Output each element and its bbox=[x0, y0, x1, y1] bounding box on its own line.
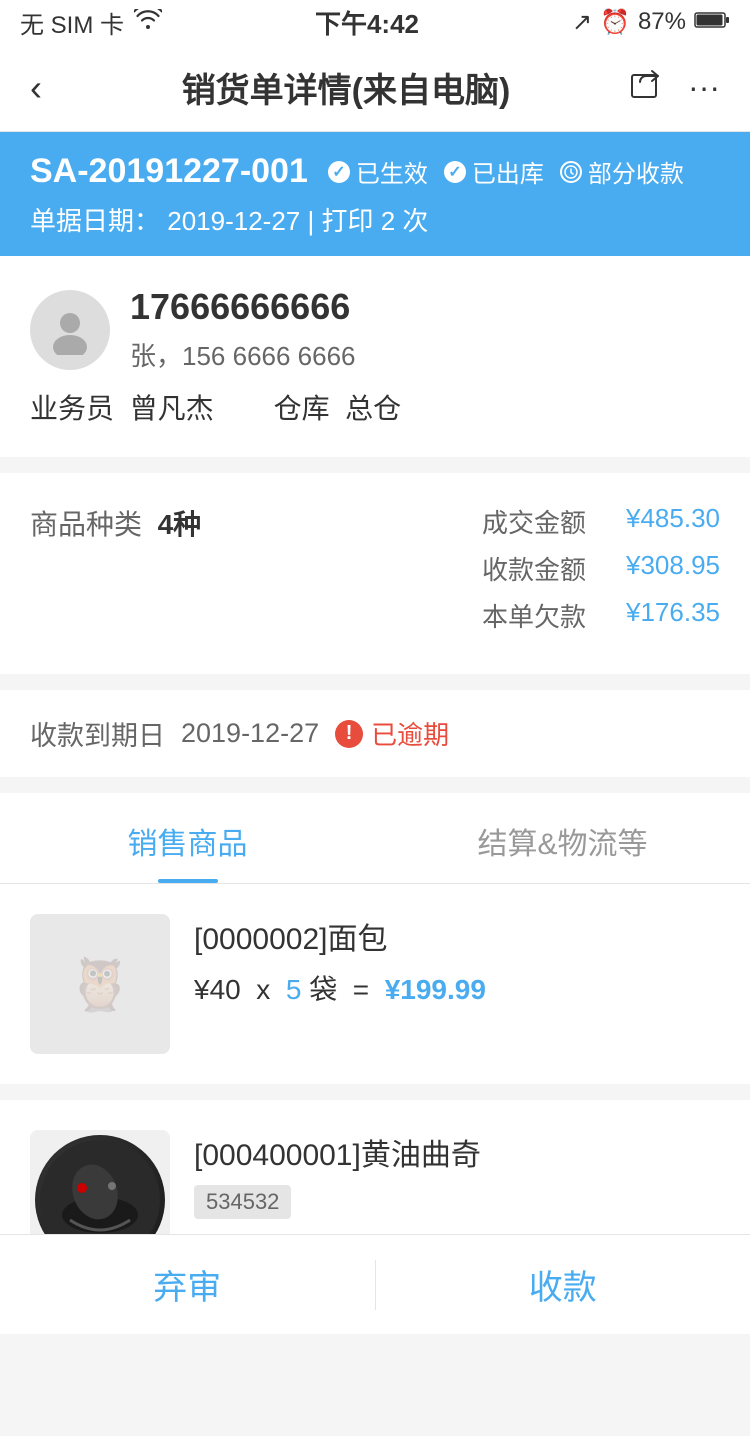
status-right: ↗ ⏰ 87% bbox=[572, 8, 730, 37]
product-price-unit-1: ¥40 bbox=[194, 974, 241, 1005]
product-thumb-1: 🦉 bbox=[30, 914, 170, 1054]
order-header: SA-20191227-001 ✓ 已生效 ✓ 已出库 部分收款 bbox=[0, 132, 750, 256]
bottom-bar: 弃审 收款 bbox=[0, 1234, 750, 1334]
financials-section: 商品种类 4种 成交金额 ¥485.30 收款金额 ¥308.95 本单欠款 ¥… bbox=[0, 473, 750, 674]
alarm-icon: ⏰ bbox=[600, 8, 630, 37]
collected-label: 收款金额 bbox=[482, 550, 586, 587]
clock-icon bbox=[560, 161, 582, 183]
back-button[interactable]: ‹ bbox=[30, 67, 42, 109]
tab-settlement-logistics[interactable]: 结算&物流等 bbox=[375, 793, 750, 883]
more-icon[interactable]: ··· bbox=[688, 69, 720, 106]
nav-actions: ··· bbox=[630, 67, 720, 109]
badge-effective: ✓ 已生效 bbox=[328, 154, 428, 189]
owed-amount-row: 本单欠款 ¥176.35 bbox=[482, 597, 720, 634]
overdue-label: 已逾期 bbox=[371, 715, 449, 752]
battery-icon bbox=[694, 8, 730, 36]
customer-phone: 17666666666 bbox=[130, 286, 356, 328]
owed-value: ¥176.35 bbox=[626, 597, 720, 634]
location-icon: ↗ bbox=[572, 8, 592, 37]
deal-amount-label: 成交金额 bbox=[482, 503, 586, 540]
product-item-1: 🦉 [0000002]面包 ¥40 x 5 袋 = ¥199.99 bbox=[0, 884, 750, 1084]
status-bar: 无 SIM 卡 下午4:42 ↗ ⏰ 87% bbox=[0, 0, 750, 44]
cancel-review-button[interactable]: 弃审 bbox=[0, 1235, 375, 1334]
avatar bbox=[30, 290, 110, 370]
overdue-badge: ! 已逾期 bbox=[335, 715, 449, 752]
bottom-spacer bbox=[0, 1316, 750, 1436]
collect-payment-button[interactable]: 收款 bbox=[376, 1235, 750, 1334]
sim-status: 无 SIM 卡 bbox=[20, 5, 124, 40]
financials-right: 成交金额 ¥485.30 收款金额 ¥308.95 本单欠款 ¥176.35 bbox=[482, 503, 720, 644]
status-badges: ✓ 已生效 ✓ 已出库 部分收款 bbox=[328, 154, 684, 189]
order-id: SA-20191227-001 bbox=[30, 152, 308, 191]
order-date: 单据日期： 2019-12-27 | 打印 2 次 bbox=[30, 201, 720, 238]
product-list: 🦉 [0000002]面包 ¥40 x 5 袋 = ¥199.99 bbox=[0, 884, 750, 1436]
product-placeholder-1: 🦉 bbox=[30, 914, 170, 1054]
check-icon-2: ✓ bbox=[444, 161, 466, 183]
product-total-1: ¥199.99 bbox=[385, 974, 486, 1005]
customer-meta: 业务员 曾凡杰 仓库 总仓 bbox=[30, 387, 720, 427]
warehouse-field: 仓库 总仓 bbox=[274, 387, 402, 427]
customer-name: 张，156 6666 6666 bbox=[130, 336, 356, 373]
owed-label: 本单欠款 bbox=[482, 597, 586, 634]
overdue-icon: ! bbox=[335, 720, 363, 748]
tabs-section: 销售商品 结算&物流等 bbox=[0, 793, 750, 884]
product-name-1: [0000002]面包 bbox=[194, 914, 720, 958]
product-details-1: [0000002]面包 ¥40 x 5 袋 = ¥199.99 bbox=[194, 914, 720, 1008]
product-price-row-1: ¥40 x 5 袋 = ¥199.99 bbox=[194, 968, 720, 1008]
badge-shipped: ✓ 已出库 bbox=[444, 154, 544, 189]
status-left: 无 SIM 卡 bbox=[20, 5, 162, 40]
nav-bar: ‹ 销货单详情(来自电脑) ··· bbox=[0, 44, 750, 132]
status-time: 下午4:42 bbox=[315, 4, 419, 41]
deal-amount-value: ¥485.30 bbox=[626, 503, 720, 540]
collected-value: ¥308.95 bbox=[626, 550, 720, 587]
badge-partial-payment: 部分收款 bbox=[560, 154, 684, 189]
owl-icon: 🦉 bbox=[68, 954, 133, 1015]
product-name-2: [000400001]黄油曲奇 bbox=[194, 1130, 720, 1174]
share-icon[interactable] bbox=[630, 67, 664, 109]
deal-amount-row: 成交金额 ¥485.30 bbox=[482, 503, 720, 540]
product-unit-1: 袋 bbox=[309, 974, 337, 1005]
check-icon-1: ✓ bbox=[328, 161, 350, 183]
due-section: 收款到期日 2019-12-27 ! 已逾期 bbox=[0, 690, 750, 777]
due-date-label: 收款到期日 bbox=[30, 714, 165, 753]
collected-amount-row: 收款金额 ¥308.95 bbox=[482, 550, 720, 587]
salesperson-field: 业务员 曾凡杰 bbox=[30, 387, 214, 427]
due-date-value: 2019-12-27 bbox=[181, 718, 319, 749]
page-title: 销货单详情(来自电脑) bbox=[62, 63, 630, 112]
product-kind: 商品种类 4种 bbox=[30, 503, 201, 543]
battery-text: 87% bbox=[638, 8, 686, 36]
customer-section: 17666666666 张，156 6666 6666 业务员 曾凡杰 仓库 总… bbox=[0, 256, 750, 457]
wifi-icon bbox=[134, 8, 162, 36]
product-qty-1: 5 bbox=[286, 974, 302, 1005]
tab-sales-products[interactable]: 销售商品 bbox=[0, 793, 375, 883]
product-tag-2: 534532 bbox=[194, 1185, 291, 1219]
